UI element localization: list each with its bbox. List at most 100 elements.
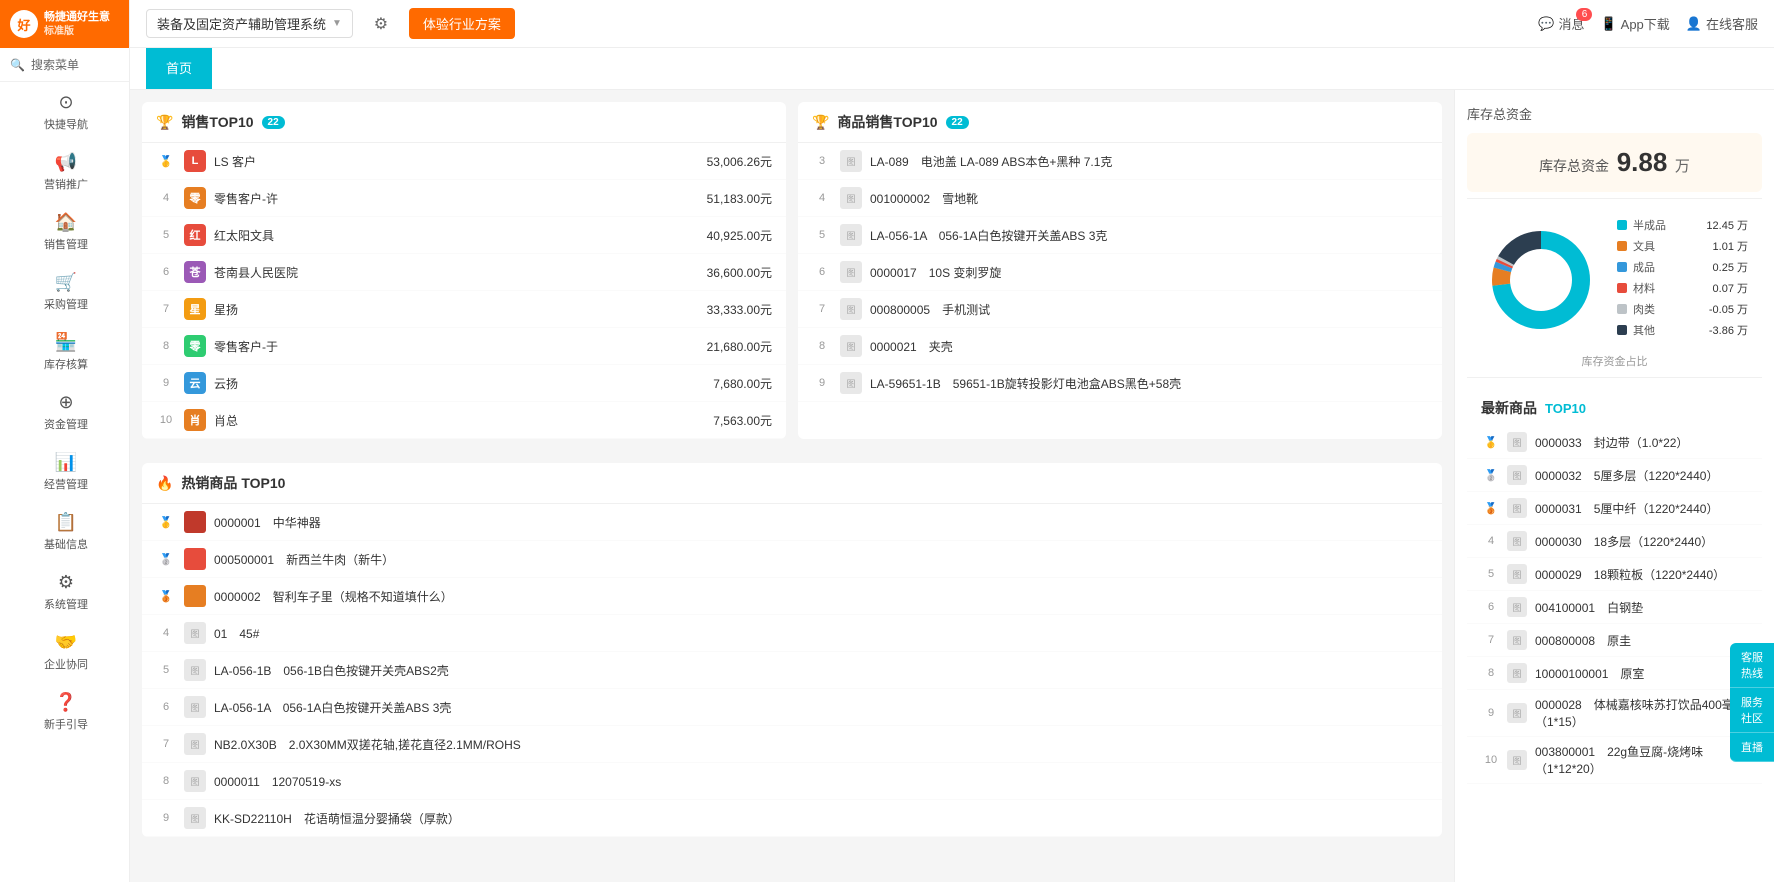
- rank-number: 5: [156, 664, 176, 676]
- trial-button[interactable]: 体验行业方案: [409, 8, 515, 39]
- system-selector[interactable]: 装备及固定资产辅助管理系统 ▼: [146, 9, 353, 38]
- list-item[interactable]: 3 图 LA-089 电池盖 LA-089 ABS本色+黑种 7.1克: [798, 143, 1442, 180]
- list-item[interactable]: 6 苍 苍南县人民医院 36,600.00元: [142, 254, 786, 291]
- rp-item[interactable]: 6 图 004100001 白钢垫: [1467, 591, 1762, 624]
- list-item[interactable]: 7 星 星扬 33,333.00元: [142, 291, 786, 328]
- list-item[interactable]: 8 图 0000021 夹壳: [798, 328, 1442, 365]
- top-header: 装备及固定资产辅助管理系统 ▼ ⚙ 体验行业方案 💬 消息 6 📱 App下载 …: [130, 0, 1774, 48]
- list-item[interactable]: 5 图 LA-056-1A 056-1A白色按键开关盖ABS 3克: [798, 217, 1442, 254]
- app-download-button[interactable]: 📱 App下载: [1600, 14, 1669, 33]
- rank-number: 6: [156, 701, 176, 713]
- avatar: 零: [184, 335, 206, 357]
- search-icon: 🔍: [10, 58, 25, 72]
- rank-number: 9: [812, 377, 832, 389]
- list-item[interactable]: 🥉 0000002 智利车子里（规格不知道填什么）: [142, 578, 1442, 615]
- rank-number: 5: [812, 229, 832, 241]
- sidebar-item-marketing[interactable]: 📢 营销推广: [0, 142, 129, 202]
- sidebar-item-cooperation[interactable]: 🤝 企业协同: [0, 622, 129, 682]
- rank-number: 9: [1481, 707, 1501, 719]
- list-item[interactable]: 9 图 LA-59651-1B 59651-1B旋转投影灯电池盒ABS黑色+58…: [798, 365, 1442, 402]
- top-sales-header: 🏆 销售TOP10 22: [142, 102, 786, 143]
- top-products-section: 🏆 商品销售TOP10 22 3 图 LA-089 电池盖 LA-089 ABS…: [798, 102, 1442, 439]
- list-item[interactable]: 8 图 0000011 12070519-xs: [142, 763, 1442, 800]
- list-item[interactable]: 6 图 0000017 10S 变刺罗旋: [798, 254, 1442, 291]
- list-item[interactable]: 7 图 NB2.0X30B 2.0X30MM双搓花轴,搓花直径2.1MM/ROH…: [142, 726, 1442, 763]
- cooperation-icon: 🤝: [55, 632, 77, 653]
- rank-number: 8: [156, 340, 176, 352]
- rp-item[interactable]: 4 图 0000030 18多层（1220*2440）: [1467, 525, 1762, 558]
- product-image: 图: [184, 770, 206, 792]
- list-item[interactable]: 4 图 001000002 雪地靴: [798, 180, 1442, 217]
- list-item[interactable]: 7 图 000800005 手机测试: [798, 291, 1442, 328]
- rank-number: 8: [156, 775, 176, 787]
- sidebar-item-sales[interactable]: 🏠 销售管理: [0, 202, 129, 262]
- list-item[interactable]: 4 图 01 45#: [142, 615, 1442, 652]
- list-item[interactable]: 9 云 云扬 7,680.00元: [142, 365, 786, 402]
- rp-item[interactable]: 9 图 0000028 体械嘉核味苏打饮品400毫升（1*15）: [1467, 690, 1762, 737]
- legend-item: 成品 0.25 万: [1617, 259, 1748, 275]
- trophy-icon: 🏆: [156, 114, 173, 131]
- rank-medal-icon: 🥈: [156, 553, 176, 566]
- main-area: 装备及固定资产辅助管理系统 ▼ ⚙ 体验行业方案 💬 消息 6 📱 App下载 …: [130, 0, 1774, 882]
- rank-number: 4: [156, 627, 176, 639]
- live-broadcast-button[interactable]: 直播: [1730, 733, 1774, 762]
- sidebar-item-home[interactable]: ⊙ 快捷导航: [0, 82, 129, 142]
- list-item[interactable]: 10 肖 肖总 7,563.00元: [142, 402, 786, 439]
- rp-item[interactable]: 7 图 000800008 原圭: [1467, 624, 1762, 657]
- latest-products-section: 最新商品 TOP10 🥇 图 0000033 封边带（1.0*22） 🥈 图 0…: [1467, 377, 1762, 784]
- list-item[interactable]: 4 零 零售客户-许 51,183.00元: [142, 180, 786, 217]
- sidebar-item-guide[interactable]: ❓ 新手引导: [0, 682, 129, 742]
- message-button[interactable]: 💬 消息 6: [1538, 14, 1584, 33]
- product-image: 图: [840, 335, 862, 357]
- legend-dot: [1617, 262, 1627, 272]
- rp-item[interactable]: 🥈 图 0000032 5厘多层（1220*2440）: [1467, 459, 1762, 492]
- list-item[interactable]: 6 图 LA-056-1A 056-1A白色按键开关盖ABS 3壳: [142, 689, 1442, 726]
- rp-item[interactable]: 5 图 0000029 18颗粒板（1220*2440）: [1467, 558, 1762, 591]
- list-item[interactable]: 8 零 零售客户-于 21,680.00元: [142, 328, 786, 365]
- list-item[interactable]: 5 红 红太阳文具 40,925.00元: [142, 217, 786, 254]
- sidebar-item-system[interactable]: ⚙ 系统管理: [0, 562, 129, 622]
- avatar: 红: [184, 224, 206, 246]
- guide-icon: ❓: [55, 692, 77, 713]
- donut-svg: [1481, 220, 1601, 340]
- product-image: 图: [184, 696, 206, 718]
- rp-item[interactable]: 🥇 图 0000033 封边带（1.0*22）: [1467, 426, 1762, 459]
- top-products-list: 3 图 LA-089 电池盖 LA-089 ABS本色+黑种 7.1克 4 图 …: [798, 143, 1442, 402]
- rp-item[interactable]: 🥉 图 0000031 5厘中纤（1220*2440）: [1467, 492, 1762, 525]
- customer-service-button[interactable]: 客服热线: [1730, 643, 1774, 688]
- search-menu[interactable]: 🔍 搜索菜单: [0, 48, 129, 82]
- stock-chart-area: 半成品 12.45 万 文具 1.01 万 成品 0.25 万: [1467, 207, 1762, 353]
- list-item[interactable]: 5 图 LA-056-1B 056-1B白色按键开关壳ABS2壳: [142, 652, 1442, 689]
- sidebar-item-operation[interactable]: 📊 经营管理: [0, 442, 129, 502]
- logo-icon: 好: [10, 10, 38, 38]
- legend-dot: [1617, 283, 1627, 293]
- list-item[interactable]: 🥇 0000001 中华神器: [142, 504, 1442, 541]
- sidebar-item-finance[interactable]: ⊕ 资金管理: [0, 382, 129, 442]
- legend-item: 肉类 -0.05 万: [1617, 301, 1748, 317]
- rp-item[interactable]: 8 图 10000100001 原室: [1467, 657, 1762, 690]
- product-image: 图: [1507, 630, 1527, 650]
- list-item[interactable]: 9 图 KK-SD22110H 花语萌恒温分婴捅袋（厚款）: [142, 800, 1442, 837]
- product-image: 图: [840, 261, 862, 283]
- purchase-icon: 🛒: [55, 272, 77, 293]
- sidebar-item-stock[interactable]: 🏪 库存核算: [0, 322, 129, 382]
- marketing-icon: 📢: [55, 152, 77, 173]
- home-icon: ⊙: [58, 92, 73, 113]
- settings-button[interactable]: ⚙: [365, 8, 397, 40]
- list-item[interactable]: 🥇 L LS 客户 53,006.26元: [142, 143, 786, 180]
- rank-number: 5: [156, 229, 176, 241]
- tab-home[interactable]: 首页: [146, 48, 212, 89]
- top-row: 🏆 销售TOP10 22 🥇 L LS 客户 53,006.26元 4: [142, 102, 1442, 439]
- rank-medal-icon: 🥈: [1481, 469, 1501, 482]
- list-item[interactable]: 🥈 000500001 新西兰牛肉（新牛）: [142, 541, 1442, 578]
- rp-item[interactable]: 10 图 003800001 22g鱼豆腐-烧烤味（1*12*20）: [1467, 737, 1762, 784]
- service-community-button[interactable]: 服务社区: [1730, 688, 1774, 733]
- sidebar-item-basic[interactable]: 📋 基础信息: [0, 502, 129, 562]
- online-service-button[interactable]: 👤 在线客服: [1686, 14, 1758, 33]
- sidebar-item-purchase[interactable]: 🛒 采购管理: [0, 262, 129, 322]
- stock-icon: 🏪: [55, 332, 77, 353]
- operation-icon: 📊: [55, 452, 77, 473]
- system-name: 装备及固定资产辅助管理系统: [157, 14, 326, 33]
- top-products-badge: 22: [946, 116, 969, 129]
- top-sales-badge: 22: [262, 116, 285, 129]
